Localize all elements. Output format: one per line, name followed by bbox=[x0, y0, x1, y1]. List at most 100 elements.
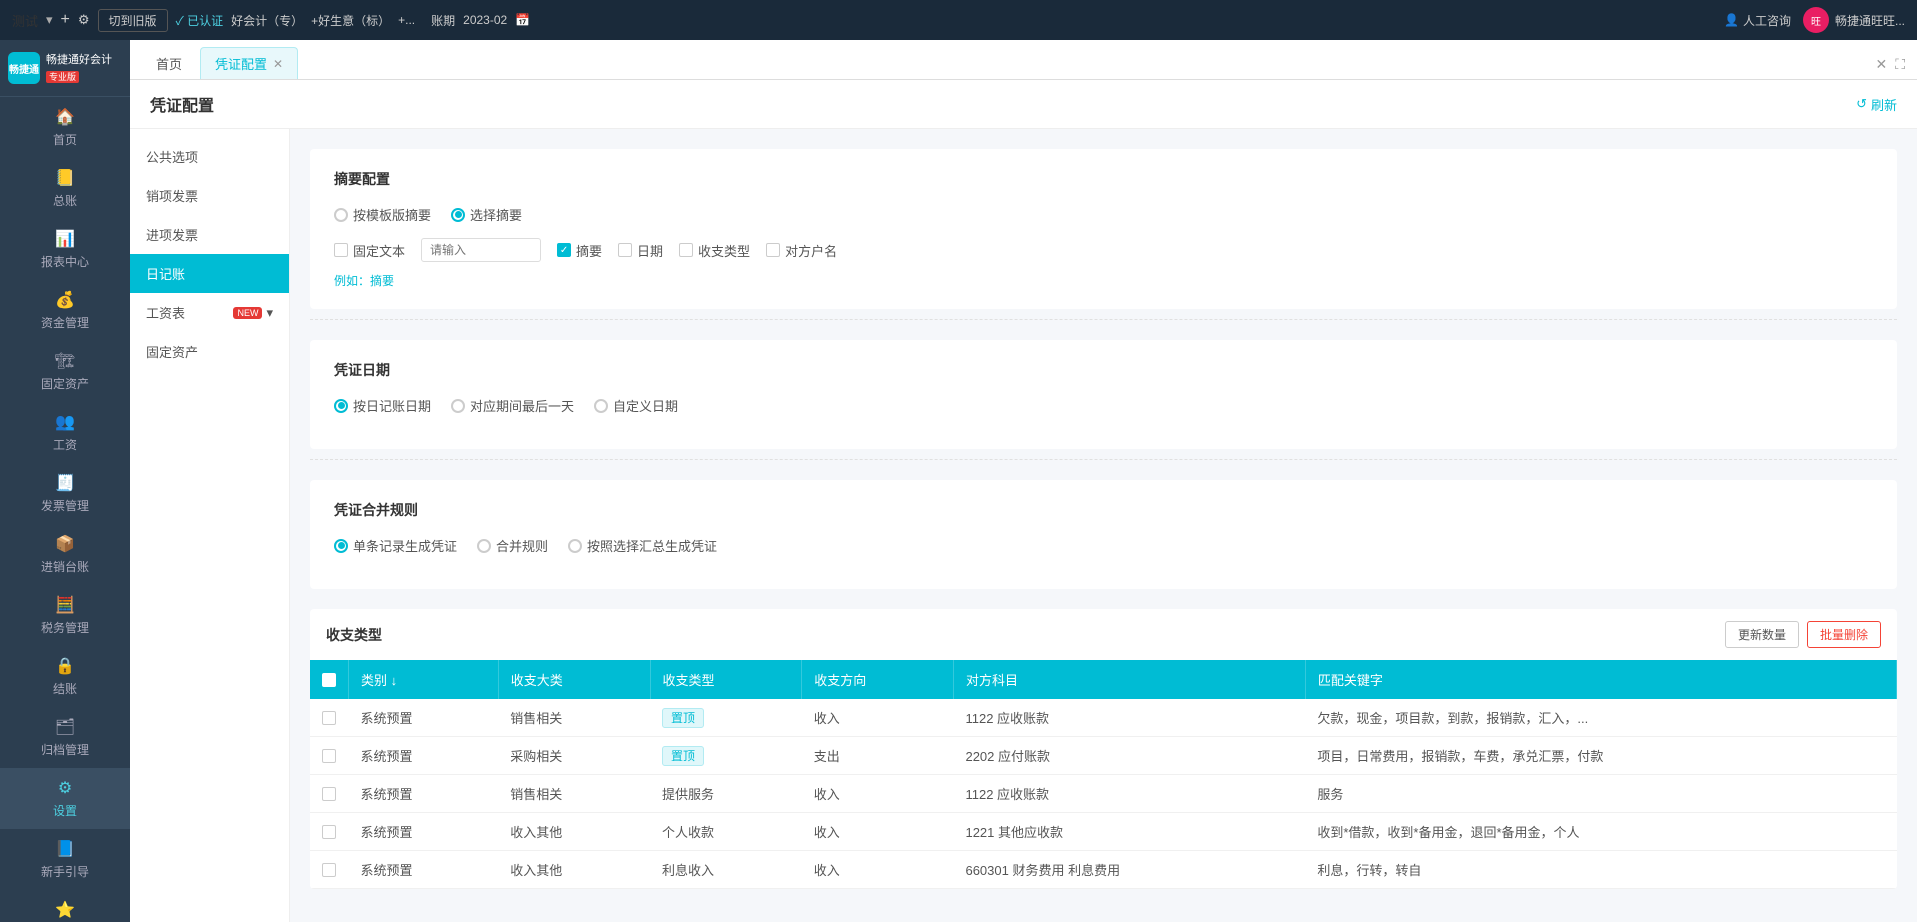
sidebar-label-reports: 报表中心 bbox=[41, 253, 89, 270]
nav-item-sales-invoice[interactable]: 销项发票 bbox=[130, 176, 289, 215]
radio-journal-date[interactable]: 按日记账日期 bbox=[334, 396, 431, 415]
user-menu[interactable]: 旺 畅捷通旺旺... bbox=[1803, 7, 1905, 33]
sidebar-item-member[interactable]: ⭐ 畅会员 bbox=[0, 890, 130, 922]
row-checkbox[interactable] bbox=[322, 787, 336, 801]
row-main-type: 收入其他 bbox=[498, 851, 650, 889]
summary-title: 摘要配置 bbox=[334, 169, 1873, 189]
checkbox-row: 固定文本 ✓ 摘要 日期 收支类型 bbox=[334, 238, 1873, 262]
tab-close-icon[interactable]: ✕ bbox=[1875, 56, 1887, 73]
switch-version-btn[interactable]: 切到旧版 bbox=[98, 9, 168, 32]
nav-item-fixed-assets[interactable]: 固定资产 bbox=[130, 332, 289, 371]
tab-voucher-config-label: 凭证配置 bbox=[215, 54, 267, 73]
row-tag-btn[interactable]: 置顶 bbox=[662, 746, 704, 766]
row-sub-type: 置顶 bbox=[650, 737, 802, 775]
tab-home[interactable]: 首页 bbox=[142, 48, 196, 79]
sidebar-item-fixed-assets[interactable]: 🏗 固定资产 bbox=[0, 341, 130, 402]
radio-select-merge[interactable]: 按照选择汇总生成凭证 bbox=[568, 536, 717, 555]
radio-select-circle bbox=[451, 208, 465, 222]
radio-custom[interactable]: 自定义日期 bbox=[594, 396, 678, 415]
row-checkbox[interactable] bbox=[322, 749, 336, 763]
fixed-text-input[interactable] bbox=[421, 238, 541, 262]
nav-item-purchase-invoice[interactable]: 进项发票 bbox=[130, 215, 289, 254]
archive-icon: 🗂 bbox=[55, 717, 75, 737]
sidebar-item-purchase-sale[interactable]: 📦 进销台账 bbox=[0, 524, 130, 585]
cb-summary[interactable]: ✓ 摘要 bbox=[557, 241, 602, 260]
purchase-sale-icon: 📦 bbox=[55, 534, 75, 554]
cb-fixed-text[interactable]: 固定文本 bbox=[334, 241, 405, 260]
member-icon: ⭐ bbox=[55, 900, 75, 920]
sidebar-item-ledger[interactable]: 📒 总账 bbox=[0, 158, 130, 219]
sidebar-label-settings: 设置 bbox=[53, 802, 77, 819]
row-category: 系统预置 bbox=[349, 851, 499, 889]
update-count-btn[interactable]: 更新数量 bbox=[1725, 621, 1799, 648]
sidebar-item-archive[interactable]: 🗂 归档管理 bbox=[0, 707, 130, 768]
select-all-checkbox[interactable] bbox=[322, 673, 336, 687]
table-row: 系统预置销售相关提供服务收入1122 应收账款服务 bbox=[310, 775, 1897, 813]
row-sub-type: 利息收入 bbox=[650, 851, 802, 889]
row-checkbox[interactable] bbox=[322, 825, 336, 839]
sidebar-item-settings[interactable]: ⚙ 设置 bbox=[0, 768, 130, 829]
tab-expand-icon[interactable]: ⛶ bbox=[1895, 56, 1905, 73]
th-checkbox bbox=[310, 660, 349, 699]
cb-summary-box: ✓ bbox=[557, 243, 571, 257]
th-sub-type: 收支类型 bbox=[650, 660, 802, 699]
radio-template[interactable]: 按模板版摘要 bbox=[334, 205, 431, 224]
fixed-assets-nav-icon: 🏗 bbox=[55, 351, 75, 371]
top-bar-settings-icon[interactable]: ⚙ bbox=[78, 12, 90, 28]
row-tag-btn[interactable]: 置顶 bbox=[662, 708, 704, 728]
radio-select[interactable]: 选择摘要 bbox=[451, 205, 522, 224]
radio-period-last[interactable]: 对应期间最后一天 bbox=[451, 396, 574, 415]
voucher-date-title: 凭证日期 bbox=[334, 360, 1873, 380]
row-checkbox[interactable] bbox=[322, 863, 336, 877]
sidebar-item-tax[interactable]: 🧮 税务管理 bbox=[0, 585, 130, 646]
sidebar-item-home[interactable]: 🏠 首页 bbox=[0, 97, 130, 158]
tab-voucher-config[interactable]: 凭证配置 ✕ bbox=[200, 47, 298, 79]
calendar-icon[interactable]: 📅 bbox=[515, 13, 530, 27]
sidebar-label-home: 首页 bbox=[53, 131, 77, 148]
sidebar-label-invoice: 发票管理 bbox=[41, 497, 89, 514]
batch-delete-btn[interactable]: 批量删除 bbox=[1807, 621, 1881, 648]
refresh-label: 刷新 bbox=[1871, 95, 1897, 114]
tab-close-btn[interactable]: ✕ bbox=[273, 57, 283, 71]
nav-label-sales-invoice: 销项发票 bbox=[146, 186, 198, 205]
sidebar-item-reports[interactable]: 📊 报表中心 bbox=[0, 219, 130, 280]
row-checkbox[interactable] bbox=[322, 711, 336, 725]
nav-item-public[interactable]: 公共选项 bbox=[130, 137, 289, 176]
th-direction: 收支方向 bbox=[802, 660, 954, 699]
cb-type-label: 收支类型 bbox=[698, 241, 750, 260]
service-btn[interactable]: 👤 人工咨询 bbox=[1724, 12, 1791, 29]
nav-label-fixed-assets: 固定资产 bbox=[146, 342, 198, 361]
sidebar-item-close[interactable]: 🔒 结账 bbox=[0, 646, 130, 707]
cb-counterpart[interactable]: 对方户名 bbox=[766, 241, 837, 260]
sidebar-label-payroll: 工资 bbox=[53, 436, 77, 453]
sidebar-item-guide[interactable]: 📘 新手引导 bbox=[0, 829, 130, 890]
radio-single-circle bbox=[334, 539, 348, 553]
radio-select-label: 选择摘要 bbox=[470, 205, 522, 224]
voucher-date-section: 凭证日期 按日记账日期 对应期间最后一天 自定义日期 bbox=[310, 340, 1897, 449]
top-bar-dropdown-icon[interactable]: ▾ bbox=[46, 12, 53, 28]
refresh-btn[interactable]: ↺ 刷新 bbox=[1856, 95, 1897, 114]
username-label: 畅捷通旺旺... bbox=[1835, 12, 1905, 29]
sidebar-item-funds[interactable]: 💰 资金管理 bbox=[0, 280, 130, 341]
sidebar-item-invoice-mgmt[interactable]: 🧾 发票管理 bbox=[0, 463, 130, 524]
top-bar-add-btn[interactable]: + bbox=[61, 11, 70, 29]
nav-item-payroll[interactable]: 工资表 NEW ▾ bbox=[130, 293, 289, 332]
payroll-arrow-icon: ▾ bbox=[266, 305, 273, 321]
radio-single[interactable]: 单条记录生成凭证 bbox=[334, 536, 457, 555]
sidebar-label-close: 结账 bbox=[53, 680, 77, 697]
guide-icon: 📘 bbox=[55, 839, 75, 859]
cb-date[interactable]: 日期 bbox=[618, 241, 663, 260]
cb-summary-label: 摘要 bbox=[576, 241, 602, 260]
payroll-icon: 👥 bbox=[55, 412, 75, 432]
status-good-accounting: 好会计（专） bbox=[231, 12, 303, 29]
row-keywords: 利息，行转，转自 bbox=[1305, 851, 1896, 889]
nav-item-journal[interactable]: 日记账 bbox=[130, 254, 289, 293]
income-expense-title: 收支类型 bbox=[326, 625, 382, 645]
radio-merge-label: 合并规则 bbox=[496, 536, 548, 555]
sidebar-item-payroll[interactable]: 👥 工资 bbox=[0, 402, 130, 463]
radio-merge[interactable]: 合并规则 bbox=[477, 536, 548, 555]
cb-type[interactable]: 收支类型 bbox=[679, 241, 750, 260]
main-content: 首页 凭证配置 ✕ ✕ ⛶ 凭证配置 ↺ 刷新 公共选项 bbox=[130, 40, 1917, 922]
service-icon: 👤 bbox=[1724, 13, 1739, 27]
payroll-new-badge: NEW bbox=[233, 307, 262, 319]
